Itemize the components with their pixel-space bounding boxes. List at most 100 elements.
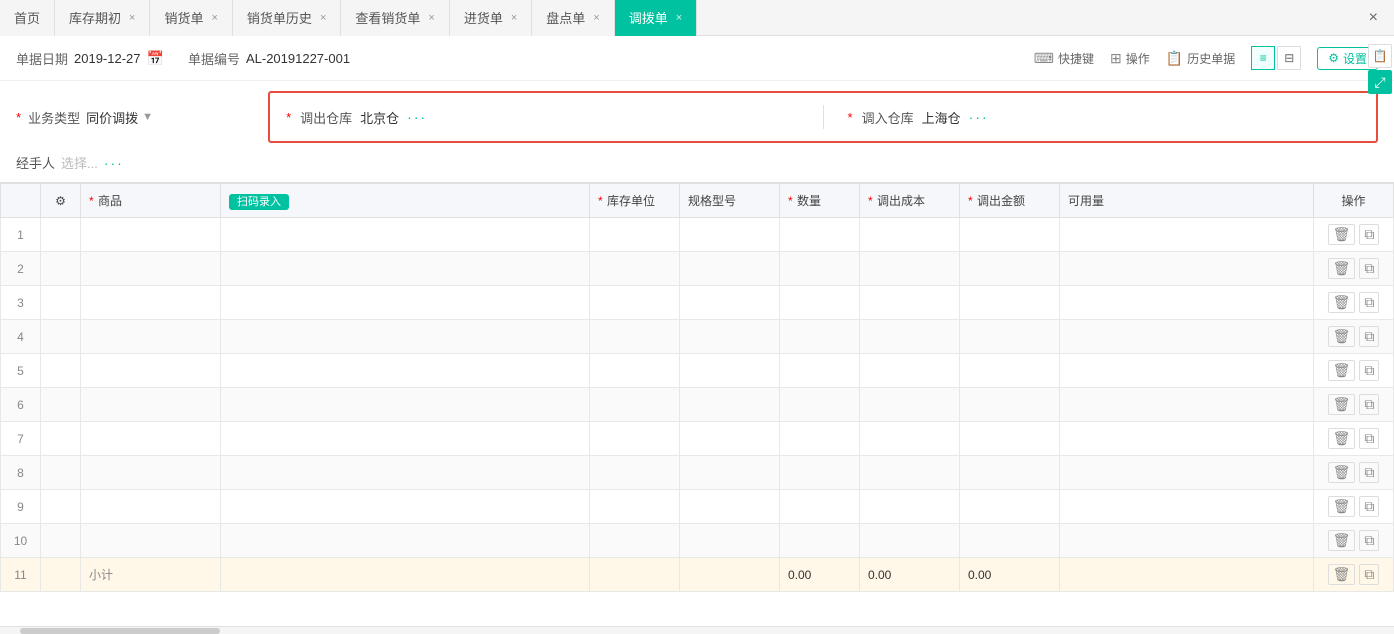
col-header-gear[interactable]: ⚙ [41, 184, 81, 218]
cell-cost[interactable] [859, 524, 959, 558]
cell-spec[interactable] [679, 558, 779, 592]
cell-amount[interactable] [959, 286, 1059, 320]
cell-product[interactable] [81, 388, 221, 422]
cell-qty[interactable] [779, 286, 859, 320]
cell-qty[interactable] [779, 320, 859, 354]
copy-row-button[interactable]: ⧉ [1359, 292, 1379, 313]
cell-cost[interactable] [859, 218, 959, 252]
history-button[interactable]: 📋 历史单据 [1166, 50, 1235, 67]
cell-spec[interactable] [679, 286, 779, 320]
cell-cost[interactable] [859, 286, 959, 320]
scan-button[interactable]: 扫码录入 [229, 194, 289, 210]
cell-cost[interactable] [859, 456, 959, 490]
cell-unit[interactable] [589, 218, 679, 252]
cell-qty[interactable] [779, 218, 859, 252]
cell-product[interactable] [81, 286, 221, 320]
cell-amount[interactable] [959, 388, 1059, 422]
copy-row-button[interactable]: ⧉ [1359, 326, 1379, 347]
cell-spec[interactable] [679, 354, 779, 388]
copy-row-button[interactable]: ⧉ [1359, 258, 1379, 279]
delete-row-button[interactable]: 🗑 [1328, 326, 1356, 347]
copy-row-button[interactable]: ⧉ [1359, 224, 1379, 245]
scrollbar-thumb[interactable] [20, 628, 220, 634]
cell-spec[interactable] [679, 524, 779, 558]
cell-unit[interactable] [589, 252, 679, 286]
cell-qty[interactable] [779, 388, 859, 422]
cell-product[interactable]: 小计 [81, 558, 221, 592]
tab-purchase[interactable]: 进货单 × [450, 0, 532, 36]
cell-qty[interactable] [779, 354, 859, 388]
handler-more[interactable]: ··· [104, 155, 124, 171]
copy-row-button[interactable]: ⧉ [1359, 394, 1379, 415]
copy-row-button[interactable]: ⧉ [1359, 428, 1379, 449]
cell-cost[interactable] [859, 320, 959, 354]
transfer-out-more[interactable]: ··· [407, 109, 427, 125]
delete-row-button[interactable]: 🗑 [1328, 462, 1356, 483]
cell-product[interactable] [81, 218, 221, 252]
tab-stocktake[interactable]: 盘点单 × [532, 0, 614, 36]
tab-purchase-close[interactable]: × [511, 12, 517, 24]
delete-row-button[interactable]: 🗑 [1328, 224, 1356, 245]
copy-row-button[interactable]: ⧉ [1359, 496, 1379, 517]
cell-amount[interactable] [959, 218, 1059, 252]
cell-amount[interactable]: 0.00 [959, 558, 1059, 592]
tab-transfer-close[interactable]: × [676, 12, 682, 24]
cell-qty[interactable] [779, 524, 859, 558]
tab-sales-history-close[interactable]: × [320, 12, 326, 24]
cell-product[interactable] [81, 320, 221, 354]
cell-spec[interactable] [679, 422, 779, 456]
cell-product[interactable] [81, 490, 221, 524]
cell-amount[interactable] [959, 456, 1059, 490]
copy-row-button[interactable]: ⧉ [1359, 530, 1379, 551]
layout-btn-list[interactable]: ≡ [1251, 46, 1275, 70]
cell-cost[interactable] [859, 422, 959, 456]
cell-product[interactable] [81, 456, 221, 490]
cell-amount[interactable] [959, 354, 1059, 388]
cell-cost[interactable] [859, 252, 959, 286]
cell-unit[interactable] [589, 286, 679, 320]
cell-amount[interactable] [959, 320, 1059, 354]
cell-amount[interactable] [959, 252, 1059, 286]
window-close-button[interactable]: × [1353, 0, 1394, 36]
cell-unit[interactable] [589, 456, 679, 490]
cell-unit[interactable] [589, 354, 679, 388]
cell-amount[interactable] [959, 422, 1059, 456]
cell-product[interactable] [81, 422, 221, 456]
cell-unit[interactable] [589, 422, 679, 456]
delete-row-button[interactable]: 🗑 [1328, 530, 1356, 551]
cell-qty[interactable]: 0.00 [779, 558, 859, 592]
cell-qty[interactable] [779, 456, 859, 490]
sidebar-expand-button[interactable]: ⤢ [1368, 70, 1392, 94]
delete-row-button[interactable]: 🗑 [1328, 292, 1356, 313]
delete-row-button[interactable]: 🗑 [1328, 394, 1356, 415]
cell-product[interactable] [81, 354, 221, 388]
tab-sales-order-close[interactable]: × [211, 12, 217, 24]
tab-view-sales[interactable]: 查看销货单 × [341, 0, 449, 36]
cell-cost[interactable]: 0.00 [859, 558, 959, 592]
cell-qty[interactable] [779, 422, 859, 456]
cell-unit[interactable] [589, 388, 679, 422]
transfer-in-more[interactable]: ··· [969, 109, 989, 125]
cell-spec[interactable] [679, 218, 779, 252]
copy-row-button[interactable]: ⧉ [1359, 564, 1379, 585]
cell-product[interactable] [81, 524, 221, 558]
tab-inventory-init-close[interactable]: × [129, 12, 135, 24]
cell-cost[interactable] [859, 388, 959, 422]
operations-button[interactable]: ⊞ 操作 [1110, 50, 1150, 67]
tab-sales-order[interactable]: 销货单 × [150, 0, 232, 36]
cell-unit[interactable] [589, 558, 679, 592]
scrollbar-area[interactable] [0, 626, 1394, 634]
cell-amount[interactable] [959, 524, 1059, 558]
tab-transfer[interactable]: 调拨单 × [615, 0, 697, 36]
delete-row-button[interactable]: 🗑 [1328, 428, 1356, 449]
copy-row-button[interactable]: ⧉ [1359, 360, 1379, 381]
cell-qty[interactable] [779, 490, 859, 524]
calendar-icon[interactable]: 📅 [147, 50, 164, 67]
cell-unit[interactable] [589, 320, 679, 354]
business-type-select[interactable]: 同价调拨 ▼ [86, 108, 236, 127]
copy-row-button[interactable]: ⧉ [1359, 462, 1379, 483]
cell-cost[interactable] [859, 490, 959, 524]
tab-view-sales-close[interactable]: × [428, 12, 434, 24]
cell-spec[interactable] [679, 490, 779, 524]
tab-sales-history[interactable]: 销货单历史 × [233, 0, 341, 36]
